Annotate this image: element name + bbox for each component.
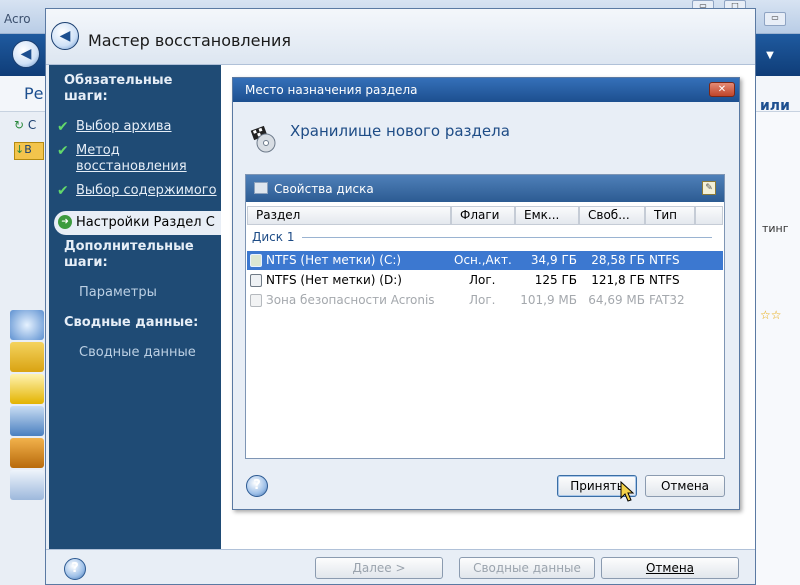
schedule-tool-icon[interactable] xyxy=(10,374,44,404)
partition-row[interactable]: NTFS (Нет метки) (C:) Осн.,Акт. 34,9 ГБ … xyxy=(247,251,723,270)
background-dropdown-icon[interactable]: ▼ xyxy=(756,38,784,74)
partition-name: NTFS (Нет метки) (C:) xyxy=(266,253,402,267)
partition-icon xyxy=(250,254,262,267)
wizard-help-icon[interactable]: ? xyxy=(64,558,86,580)
disk-wizard-icon xyxy=(250,125,276,153)
column-flags[interactable]: Флаги xyxy=(451,206,515,225)
step-done-check-icon: ✔ xyxy=(57,183,69,199)
background-back-icon[interactable]: ◀ xyxy=(12,40,40,68)
info-tool-icon[interactable] xyxy=(10,310,44,340)
column-free[interactable]: Своб... xyxy=(579,206,645,225)
dialog-titlebar: Место назначения раздела ✕ xyxy=(233,78,739,102)
briefcase-tool-icon[interactable] xyxy=(10,438,44,468)
wizard-cancel-button[interactable]: Отмена xyxy=(601,557,739,579)
step-done-check-icon: ✔ xyxy=(57,143,69,159)
close-icon[interactable]: ✕ xyxy=(709,82,735,97)
wizard-header: ◀ Мастер восстановления xyxy=(46,9,755,65)
dialog-heading: Хранилище нового раздела xyxy=(290,122,510,140)
background-app-title: Acro xyxy=(4,12,31,26)
partition-icon xyxy=(250,274,262,287)
background-right-text: тинг xyxy=(762,222,789,235)
partition-capacity: 101,9 МБ xyxy=(520,293,577,307)
dialog-cancel-button[interactable]: Отмена xyxy=(645,475,725,497)
dialog-title: Место назначения раздела xyxy=(245,83,418,97)
partition-type: NTFS xyxy=(649,253,680,267)
background-restore-icon[interactable]: ▭ xyxy=(764,12,786,26)
search-tool-icon[interactable] xyxy=(10,470,44,500)
column-partition[interactable]: Раздел xyxy=(247,206,451,225)
background-left-item[interactable]: ↻ С xyxy=(14,118,48,136)
partition-destination-dialog: Место назначения раздела ✕ Хранилище нов… xyxy=(232,77,740,510)
partition-capacity: 125 ГБ xyxy=(534,273,577,287)
partition-free: 64,69 МБ xyxy=(588,293,645,307)
required-steps-heading: Обязательные шаги: xyxy=(64,73,173,104)
mouse-cursor-icon xyxy=(620,481,634,502)
next-button[interactable]: Далее > xyxy=(315,557,443,579)
panel-options-icon[interactable]: ✎ xyxy=(702,181,716,195)
disk-panel-title: Свойства диска xyxy=(274,182,374,196)
partition-row[interactable]: NTFS (Нет метки) (D:) Лог. 125 ГБ 121,8 … xyxy=(247,271,723,290)
partition-name: Зона безопасности Acronis xyxy=(266,293,435,307)
step-done-check-icon: ✔ xyxy=(57,119,69,135)
optional-steps-heading: Дополнительные шаги: xyxy=(64,239,194,270)
background-right-panel xyxy=(752,112,800,585)
column-capacity[interactable]: Емк... xyxy=(515,206,579,225)
wizard-title: Мастер восстановления xyxy=(88,31,291,50)
partition-row[interactable]: Зона безопасности Acronis Лог. 101,9 МБ … xyxy=(247,291,723,310)
step-restore-method[interactable]: Метод восстановления xyxy=(76,143,187,175)
column-filler xyxy=(695,206,723,225)
restore-tool-icon[interactable] xyxy=(10,342,44,372)
partition-type: FAT32 xyxy=(649,293,685,307)
partition-flags: Лог. xyxy=(469,293,496,307)
partition-table-header: Раздел Флаги Емк... Своб... Тип xyxy=(247,206,723,225)
disk-properties-icon xyxy=(254,182,268,194)
disk-group-label: Диск 1 xyxy=(252,230,295,244)
step-select-content[interactable]: Выбор содержимого xyxy=(76,183,217,199)
partition-icon xyxy=(250,294,262,307)
partition-type: NTFS xyxy=(649,273,680,287)
disk-group-divider xyxy=(302,237,712,238)
step-select-archive[interactable]: Выбор архива xyxy=(76,119,172,135)
rating-stars-icon: ☆☆ xyxy=(760,308,782,322)
step-parameters[interactable]: Параметры xyxy=(79,285,157,300)
partition-free: 121,8 ГБ xyxy=(591,273,645,287)
summary-button[interactable]: Сводные данные xyxy=(459,557,595,579)
step-summary[interactable]: Сводные данные xyxy=(79,345,196,360)
partition-capacity: 34,9 ГБ xyxy=(530,253,577,267)
wizard-footer: ? Далее > Сводные данные Отмена xyxy=(46,549,755,584)
summary-heading: Сводные данные: xyxy=(64,315,199,330)
column-type[interactable]: Тип xyxy=(645,206,695,225)
background-toolbar-text: Ре xyxy=(24,84,44,103)
disk-panel-header: Свойства диска ✎ xyxy=(246,175,724,202)
disk-properties-panel: Свойства диска ✎ Раздел Флаги Емк... Сво… xyxy=(245,174,725,459)
background-left-item-highlighted[interactable]: ↓В xyxy=(14,142,44,160)
step-partition-settings[interactable]: Настройки Раздел C xyxy=(76,215,215,230)
wizard-steps-sidebar: Обязательные шаги: ✔ Выбор архива ✔ Мето… xyxy=(49,65,221,549)
partition-flags: Осн.,Акт. xyxy=(454,253,512,267)
dialog-help-icon[interactable]: ? xyxy=(246,475,268,497)
monitor-tool-icon[interactable] xyxy=(10,406,44,436)
current-step-arrow-icon: ➜ xyxy=(58,215,72,229)
partition-free: 28,58 ГБ xyxy=(591,253,645,267)
partition-name: NTFS (Нет метки) (D:) xyxy=(266,273,402,287)
wizard-back-icon[interactable]: ◀ xyxy=(51,22,79,50)
partition-flags: Лог. xyxy=(469,273,496,287)
